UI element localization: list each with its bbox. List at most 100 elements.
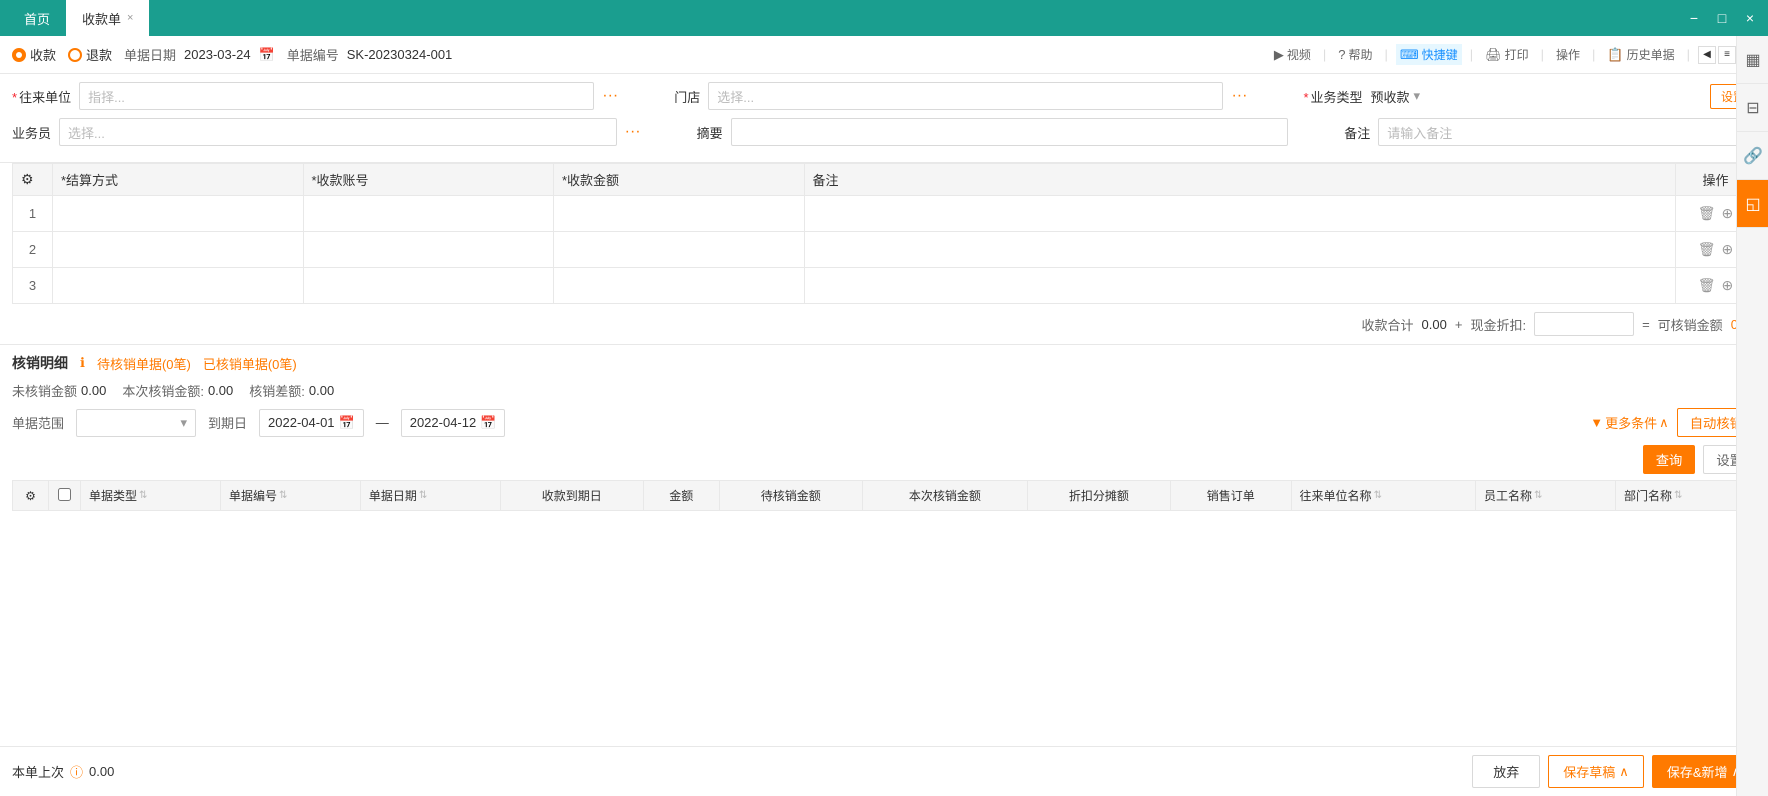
history-btn[interactable]: 📋 历史单据	[1603, 44, 1678, 65]
discount-label: 现金折扣:	[1470, 315, 1526, 334]
row-3-delete-icon[interactable]: 🗑	[1698, 277, 1716, 294]
footer-actions: 放弃 保存草稿 ∧ 保存&新增 ∧	[1472, 755, 1756, 788]
date-separator: —	[376, 415, 389, 430]
right-panel-btn-3[interactable]: 🔗	[1737, 132, 1768, 180]
store-more-btn[interactable]: ···	[1231, 87, 1247, 105]
footer-info-icon[interactable]: ⓘ	[70, 762, 83, 781]
footer-bar: 本单上次 ⓘ 0.00 放弃 保存草稿 ∧ 保存&新增 ∧	[0, 746, 1768, 796]
remark-label: 备注	[1344, 123, 1370, 142]
th-account: *收款账号	[303, 164, 554, 196]
btth-current: 本次核销金额	[862, 481, 1027, 511]
ops-btn[interactable]: 操作	[1552, 44, 1584, 65]
due-to-date[interactable]: 2022-04-12 📅	[401, 409, 506, 437]
abandon-btn[interactable]: 放弃	[1472, 755, 1540, 788]
radio-receive[interactable]: 收款	[12, 45, 56, 64]
row-1-copy-icon[interactable]: ⊕	[1722, 205, 1734, 222]
staff-input[interactable]: 选择...	[59, 118, 617, 146]
print-btn[interactable]: 🖨 打印	[1481, 44, 1533, 65]
right-panel-btn-1[interactable]: ▦	[1737, 36, 1768, 84]
row-2-amount[interactable]	[554, 232, 805, 268]
row-num-1: 1	[13, 196, 53, 232]
pending-tab[interactable]: 待核销单据(0笔)	[97, 354, 191, 373]
filter-left: 单据范围 ▾ 到期日 2022-04-01 📅 — 2022-04-12 📅	[12, 409, 505, 437]
footer-left: 本单上次 ⓘ 0.00	[12, 762, 114, 781]
video-btn[interactable]: ▶ 视频	[1270, 44, 1315, 65]
right-panel-btn-4[interactable]: ◱	[1737, 180, 1768, 228]
row-2-copy-icon[interactable]: ⊕	[1722, 241, 1734, 258]
btth-due-date: 收款到期日	[500, 481, 643, 511]
th-setting[interactable]: ⚙	[13, 164, 53, 196]
btth-setting[interactable]: ⚙	[13, 481, 49, 511]
row-3-amount[interactable]	[554, 268, 805, 304]
form-row-2: 业务员 选择... ··· 摘要 备注 请输入备注	[12, 118, 1756, 146]
date-calendar-icon[interactable]: 📅	[259, 47, 275, 63]
total-value: 0.00	[1422, 317, 1447, 332]
toolbar-right: ▶ 视频 | ? 帮助 | ⌨ 快捷键 | 🖨 打印 | 操作 |	[1270, 44, 1756, 65]
shortcut-btn[interactable]: ⌨ 快捷键	[1396, 44, 1462, 65]
row-2-settlement[interactable]	[53, 232, 304, 268]
row-3-remark[interactable]	[804, 268, 1676, 304]
nav-tab-close[interactable]: ×	[127, 12, 133, 24]
win-close-btn[interactable]: ×	[1740, 8, 1760, 28]
btth-dept: 部门名称⇅	[1615, 481, 1755, 511]
total-label: 收款合计	[1362, 315, 1414, 334]
row-1-account[interactable]	[303, 196, 554, 232]
draft-arrow-icon: ∧	[1619, 764, 1629, 780]
row-1-delete-icon[interactable]: 🗑	[1698, 205, 1716, 222]
layout-list-btn[interactable]: ≡	[1718, 46, 1736, 64]
row-3-account[interactable]	[303, 268, 554, 304]
row-1-remark[interactable]	[804, 196, 1676, 232]
biz-type-arrow[interactable]: ▾	[1414, 88, 1421, 104]
th-settlement: *结算方式	[53, 164, 304, 196]
draft-btn[interactable]: 保存草稿 ∧	[1548, 755, 1644, 788]
bottom-table: ⚙ 单据类型⇅ 单据编号⇅ 单据日期⇅ 收款到期日 金额 待核	[12, 480, 1756, 746]
row-1-settlement[interactable]	[53, 196, 304, 232]
nav-home[interactable]: 首页	[8, 0, 66, 36]
select-all-checkbox[interactable]	[58, 488, 71, 501]
btth-doc-no: 单据编号⇅	[220, 481, 360, 511]
help-btn[interactable]: ? 帮助	[1334, 44, 1376, 65]
staff-more-btn[interactable]: ···	[625, 123, 641, 141]
diff-value: 0.00	[309, 383, 334, 398]
due-from-date[interactable]: 2022-04-01 📅	[259, 409, 364, 437]
query-btn[interactable]: 查询	[1643, 445, 1696, 474]
summary-input[interactable]	[731, 118, 1289, 146]
reconcile-info-icon[interactable]: ℹ	[80, 355, 85, 371]
form-fields: 往来单位 指择... ··· 门店 选择... ··· 业务类型 预收款 ▾ 设…	[0, 74, 1768, 163]
discount-input[interactable]	[1534, 312, 1634, 336]
more-filters-btn[interactable]: ▼ 更多条件 ∧	[1590, 413, 1668, 432]
calendar-from-icon: 📅	[339, 415, 355, 431]
radio-refund[interactable]: 退款	[68, 45, 112, 64]
range-select[interactable]: ▾	[76, 409, 196, 437]
store-label: 门店	[674, 87, 700, 106]
range-select-arrow: ▾	[180, 415, 187, 431]
table-row: 1 🗑 ⊕	[13, 196, 1756, 232]
due-label: 到期日	[208, 413, 247, 432]
store-input[interactable]: 选择...	[708, 82, 1223, 110]
remark-input[interactable]: 请输入备注	[1378, 118, 1756, 146]
biz-type-value: 预收款	[1371, 87, 1410, 106]
btth-staff: 员工名称⇅	[1476, 481, 1616, 511]
right-panel-btn-2[interactable]: ⊟	[1737, 84, 1768, 132]
btth-sales-order: 销售订单	[1170, 481, 1291, 511]
unverified-label: 未核销金额	[12, 381, 77, 400]
row-2-account[interactable]	[303, 232, 554, 268]
th-remark: 备注	[804, 164, 1676, 196]
done-tab[interactable]: 已核销单据(0笔)	[203, 354, 297, 373]
row-1-amount[interactable]	[554, 196, 805, 232]
row-3-settlement[interactable]	[53, 268, 304, 304]
win-max-btn[interactable]: □	[1712, 8, 1732, 28]
win-min-btn[interactable]: −	[1684, 8, 1704, 28]
receipt-table: ⚙ *结算方式 *收款账号 *收款金额 备注 操作 1	[12, 163, 1756, 304]
reconcile-header: 核销明细 ℹ 待核销单据(0笔) 已核销单据(0笔)	[12, 353, 1756, 373]
nav-tab-receipt[interactable]: 收款单 ×	[66, 0, 149, 36]
row-2-delete-icon[interactable]: 🗑	[1698, 241, 1716, 258]
counterpart-input[interactable]: 指择...	[79, 82, 594, 110]
row-2-remark[interactable]	[804, 232, 1676, 268]
row-3-copy-icon[interactable]: ⊕	[1722, 277, 1734, 294]
layout-prev-btn[interactable]: ◀	[1698, 46, 1716, 64]
counterpart-label: 往来单位	[12, 87, 71, 106]
form-row-1: 往来单位 指择... ··· 门店 选择... ··· 业务类型 预收款 ▾ 设…	[12, 82, 1756, 110]
counterpart-more-btn[interactable]: ···	[602, 87, 618, 105]
unverified-value: 0.00	[81, 383, 106, 398]
